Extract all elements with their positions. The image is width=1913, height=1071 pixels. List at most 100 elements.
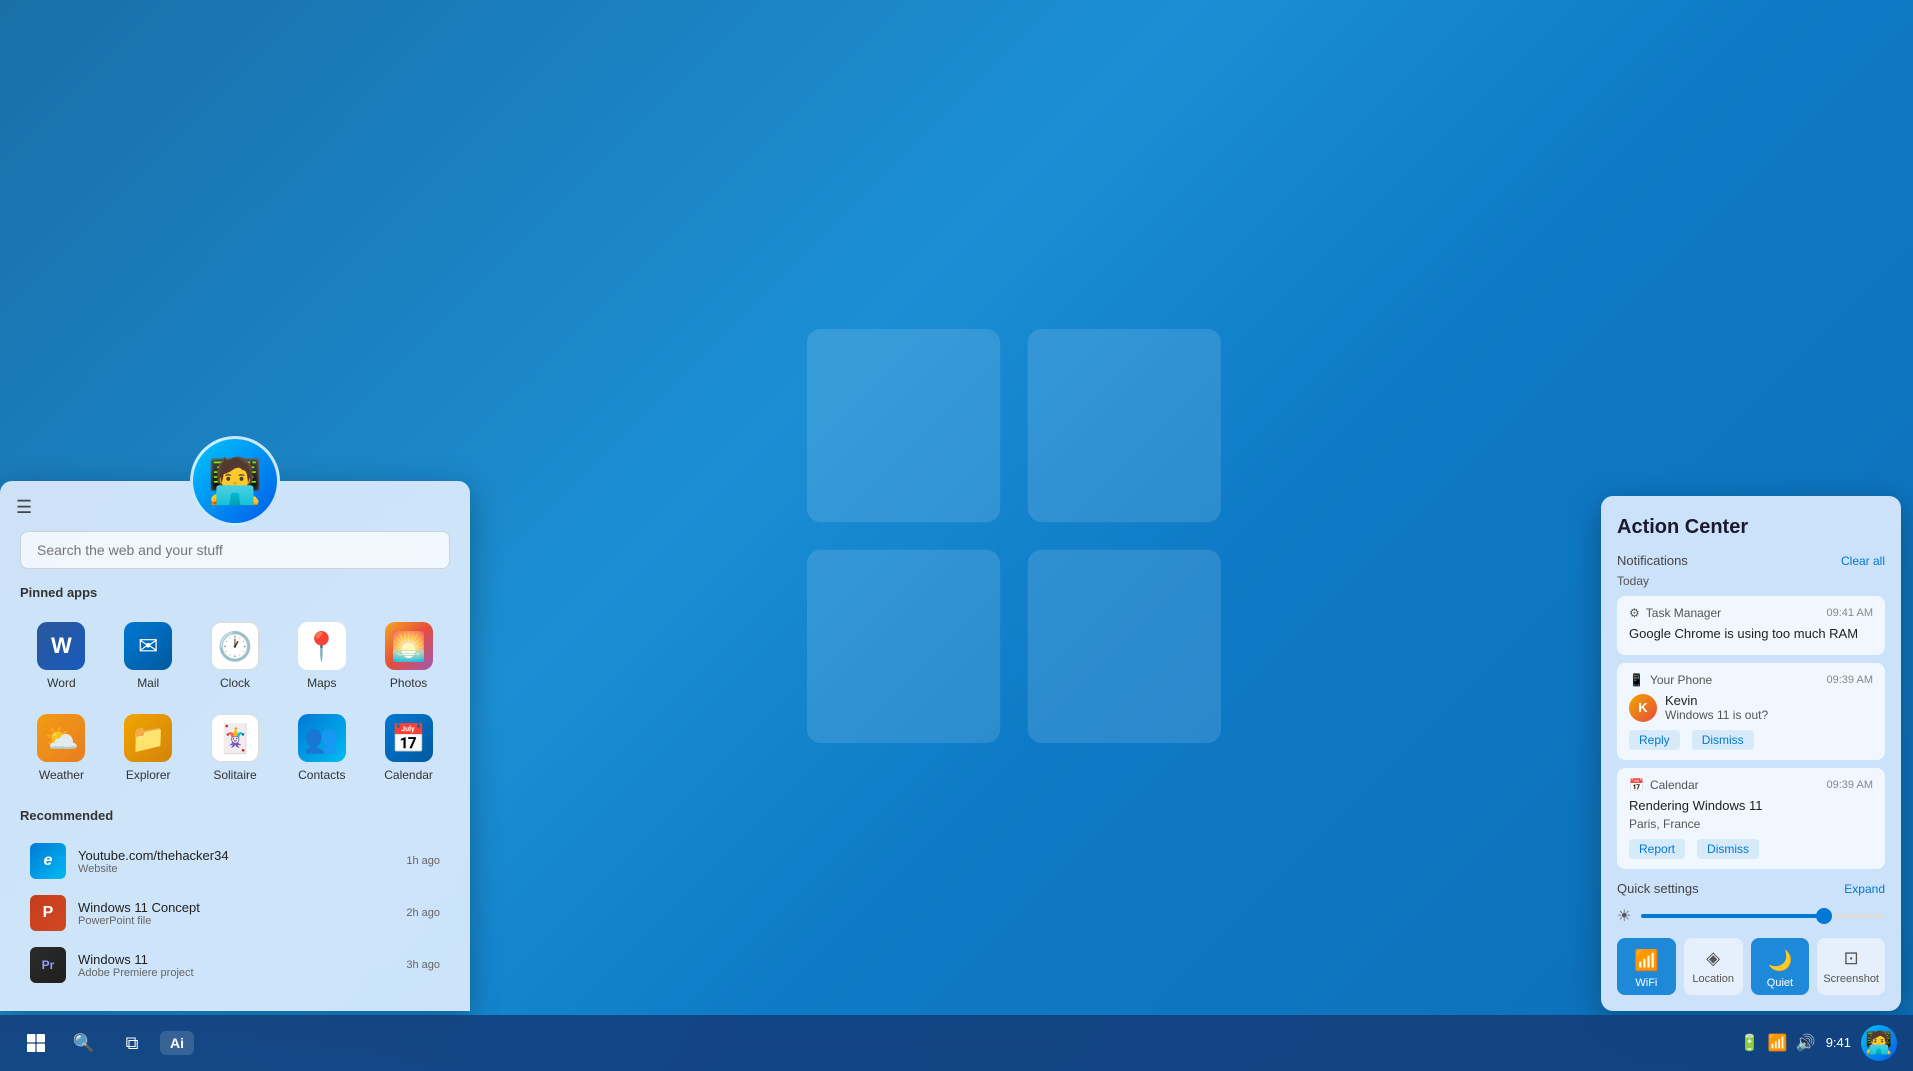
contacts-icon: 👥 <box>298 714 346 762</box>
app-mail-label: Mail <box>137 676 159 690</box>
start-button[interactable] <box>16 1023 56 1063</box>
app-explorer-label: Explorer <box>126 768 171 782</box>
rec-pr-name: Windows 11 <box>78 952 406 967</box>
action-center-title: Action Center <box>1617 516 1885 539</box>
action-center: Action Center Notifications Clear all To… <box>1601 496 1901 1011</box>
brightness-slider[interactable] <box>1641 914 1885 918</box>
hamburger-button[interactable]: ☰ <box>16 497 32 518</box>
notif-0-time: 09:41 AM <box>1827 607 1873 619</box>
notif-1-dismiss-button[interactable]: Dismiss <box>1692 730 1754 750</box>
app-maps[interactable]: 📍 Maps <box>280 612 363 700</box>
rec-pr-time: 3h ago <box>406 959 440 971</box>
quick-settings-expand-button[interactable]: Expand <box>1844 882 1885 896</box>
qs-quiet-label: Quiet <box>1767 977 1793 989</box>
notif-2-sub: Paris, France <box>1629 817 1873 831</box>
quick-settings-label: Quick settings <box>1617 881 1699 896</box>
pinned-apps-grid: W Word ✉ Mail 🕐 Clock 📍 Maps 🌅 Photos ⛅ … <box>0 612 470 792</box>
start-menu: 🧑‍💻 ☰ Pinned apps W Word ✉ Mail 🕐 Clock … <box>0 481 470 1011</box>
app-solitaire[interactable]: 🃏 Solitaire <box>194 704 277 792</box>
notif-2-time: 09:39 AM <box>1827 779 1873 791</box>
your-phone-app-name: Your Phone <box>1650 673 1712 687</box>
notif-task-manager: ⚙ Task Manager 09:41 AM Google Chrome is… <box>1617 596 1885 655</box>
qs-location-label: Location <box>1692 973 1734 985</box>
user-avatar[interactable]: 🧑‍💻 <box>190 436 280 526</box>
search-input[interactable] <box>20 531 450 569</box>
notif-1-reply-button[interactable]: Reply <box>1629 730 1680 750</box>
app-calendar[interactable]: 📅 Calendar <box>367 704 450 792</box>
maps-icon: 📍 <box>298 622 346 670</box>
taskbar-right: 🔋 📶 🔊 9:41 🧑‍💻 <box>1740 1025 1897 1061</box>
notif-2-dismiss-button[interactable]: Dismiss <box>1697 839 1759 859</box>
calendar-notif-icon: 📅 <box>1629 778 1644 792</box>
task-view-button[interactable]: ⧉ <box>112 1023 152 1063</box>
rec-youtube-sub: Website <box>78 863 406 875</box>
taskbar: 🔍 ⧉ Ai 🔋 📶 🔊 9:41 🧑‍💻 <box>0 1015 1913 1071</box>
clock-icon: 🕐 <box>211 622 259 670</box>
search-button[interactable]: 🔍 <box>64 1023 104 1063</box>
notif-2-report-button[interactable]: Report <box>1629 839 1685 859</box>
app-solitaire-label: Solitaire <box>213 768 256 782</box>
task-manager-app-name: Task Manager <box>1646 606 1721 620</box>
windows-logo-watermark <box>784 306 1244 766</box>
app-clock[interactable]: 🕐 Clock <box>194 612 277 700</box>
app-word-label: Word <box>47 676 75 690</box>
notif-calendar: 📅 Calendar 09:39 AM Rendering Windows 11… <box>1617 768 1885 869</box>
app-contacts-label: Contacts <box>298 768 345 782</box>
task-view-icon: ⧉ <box>126 1033 139 1054</box>
notif-1-sender: Kevin <box>1665 693 1768 708</box>
rec-ppt-icon: P <box>30 895 66 931</box>
rec-item-youtube[interactable]: e Youtube.com/thehacker34 Website 1h ago <box>20 835 450 887</box>
brightness-thumb <box>1816 908 1832 924</box>
calendar-app-icon: 📅 <box>385 714 433 762</box>
rec-edge-icon: e <box>30 843 66 879</box>
notif-1-time: 09:39 AM <box>1827 674 1873 686</box>
app-mail[interactable]: ✉ Mail <box>107 612 190 700</box>
quiet-icon: 🌙 <box>1768 948 1793 973</box>
quick-settings-tiles: 📶 WiFi ◈ Location 🌙 Quiet ⊡ Screenshot <box>1617 938 1885 995</box>
quick-settings-section: Quick settings Expand ☀ 📶 WiFi ◈ Locatio… <box>1617 881 1885 995</box>
app-weather[interactable]: ⛅ Weather <box>20 704 103 792</box>
qs-wifi-label: WiFi <box>1635 977 1657 989</box>
calendar-notif-app-name: Calendar <box>1650 778 1699 792</box>
qs-tile-location[interactable]: ◈ Location <box>1684 938 1743 995</box>
app-word[interactable]: W Word <box>20 612 103 700</box>
rec-ppt-sub: PowerPoint file <box>78 915 406 927</box>
taskbar-left: 🔍 ⧉ Ai <box>16 1023 194 1063</box>
taskbar-avatar[interactable]: 🧑‍💻 <box>1861 1025 1897 1061</box>
app-photos[interactable]: 🌅 Photos <box>367 612 450 700</box>
rec-ppt-time: 2h ago <box>406 907 440 919</box>
taskbar-clock[interactable]: 9:41 <box>1826 1034 1851 1052</box>
photos-icon: 🌅 <box>385 622 433 670</box>
app-contacts[interactable]: 👥 Contacts <box>280 704 363 792</box>
app-clock-label: Clock <box>220 676 250 690</box>
recommended-list: e Youtube.com/thehacker34 Website 1h ago… <box>0 835 470 991</box>
app-photos-label: Photos <box>390 676 427 690</box>
qs-tile-quiet[interactable]: 🌙 Quiet <box>1751 938 1810 995</box>
system-tray-icons: 🔋 📶 🔊 <box>1740 1033 1816 1053</box>
rec-pr-icon: Pr <box>30 947 66 983</box>
clear-all-button[interactable]: Clear all <box>1841 554 1885 568</box>
recommended-title: Recommended <box>0 808 470 823</box>
ai-button[interactable]: Ai <box>160 1031 194 1055</box>
qs-tile-screenshot[interactable]: ⊡ Screenshot <box>1817 938 1885 995</box>
qs-tile-wifi[interactable]: 📶 WiFi <box>1617 938 1676 995</box>
rec-item-pr[interactable]: Pr Windows 11 Adobe Premiere project 3h … <box>20 939 450 991</box>
notif-2-body: Rendering Windows 11 <box>1629 798 1873 813</box>
rec-item-ppt[interactable]: P Windows 11 Concept PowerPoint file 2h … <box>20 887 450 939</box>
notif-0-body: Google Chrome is using too much RAM <box>1629 626 1873 641</box>
your-phone-icon: 📱 <box>1629 673 1644 687</box>
notifications-header: Notifications Clear all <box>1617 553 1885 568</box>
explorer-icon: 📁 <box>124 714 172 762</box>
network-icon: 📶 <box>1768 1033 1788 1053</box>
brightness-fill <box>1641 914 1824 918</box>
rec-pr-sub: Adobe Premiere project <box>78 967 406 979</box>
pinned-apps-title: Pinned apps <box>0 585 470 600</box>
qs-screenshot-label: Screenshot <box>1823 973 1879 985</box>
location-icon: ◈ <box>1706 948 1720 969</box>
app-calendar-label: Calendar <box>384 768 433 782</box>
notif-your-phone: 📱 Your Phone 09:39 AM K Kevin Windows 11… <box>1617 663 1885 760</box>
search-taskbar-icon: 🔍 <box>73 1033 95 1054</box>
app-weather-label: Weather <box>39 768 84 782</box>
app-explorer[interactable]: 📁 Explorer <box>107 704 190 792</box>
taskbar-time: 9:41 <box>1826 1034 1851 1052</box>
